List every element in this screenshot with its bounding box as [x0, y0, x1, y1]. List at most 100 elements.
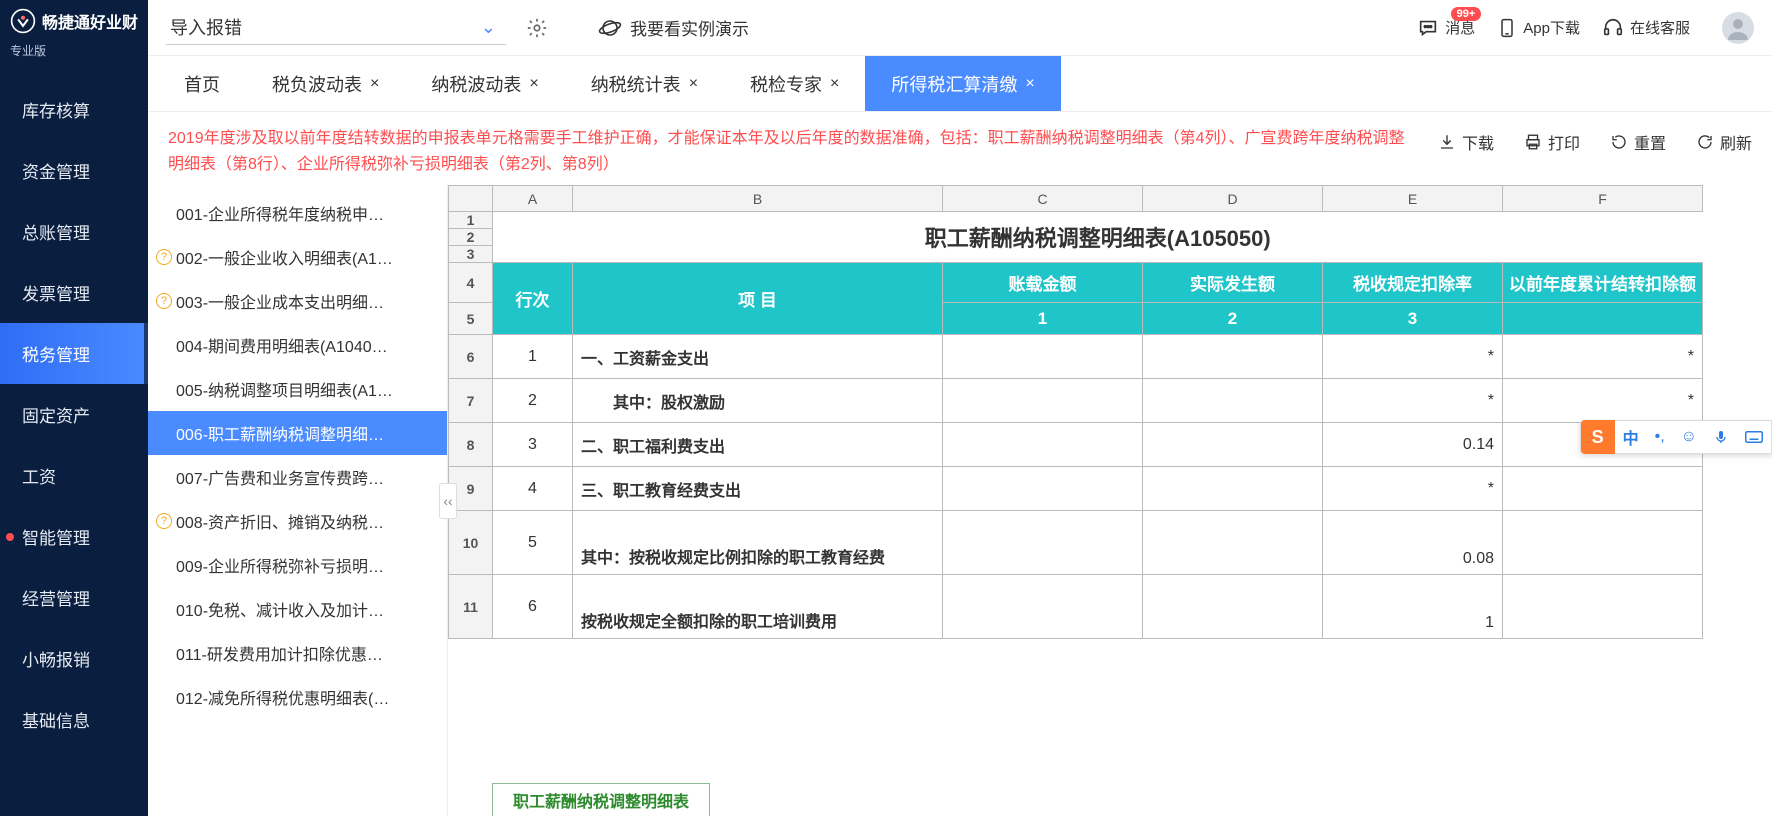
cell[interactable] — [1143, 511, 1323, 575]
cell[interactable]: 按税收规定全额扣除的职工培训费用 — [573, 575, 943, 639]
cell[interactable]: 2 — [493, 379, 573, 423]
cell[interactable] — [943, 575, 1143, 639]
col-header[interactable]: A — [493, 186, 573, 212]
ime-face-icon[interactable]: ☺ — [1673, 428, 1705, 446]
ime-logo-icon: S — [1581, 420, 1615, 454]
cell[interactable] — [1143, 423, 1323, 467]
cell[interactable]: 1 — [1323, 575, 1503, 639]
cell[interactable] — [1503, 575, 1703, 639]
cell[interactable] — [1143, 335, 1323, 379]
cell[interactable]: 0.14 — [1323, 423, 1503, 467]
nav-item-5[interactable]: 固定资产 — [0, 384, 148, 445]
close-icon[interactable]: × — [529, 75, 538, 93]
cell[interactable] — [1503, 511, 1703, 575]
col-header[interactable]: C — [943, 186, 1143, 212]
tab-0[interactable]: 首页 — [158, 56, 246, 111]
nav-item-10[interactable]: 基础信息 — [0, 689, 148, 750]
form-item-8[interactable]: 009-企业所得税弥补亏损明… — [148, 543, 447, 587]
cell[interactable] — [943, 467, 1143, 511]
demo-link[interactable]: 我要看实例演示 — [598, 15, 749, 40]
cell[interactable]: * — [1503, 335, 1703, 379]
nav-item-8[interactable]: 经营管理 — [0, 567, 148, 628]
close-icon[interactable]: × — [370, 75, 379, 93]
form-item-11[interactable]: 012-减免所得税优惠明细表(… — [148, 675, 447, 719]
cell[interactable] — [943, 379, 1143, 423]
cell[interactable] — [943, 423, 1143, 467]
form-item-2[interactable]: 003-一般企业成本支出明细…? — [148, 279, 447, 323]
col-header[interactable]: F — [1503, 186, 1703, 212]
nav-item-7[interactable]: 智能管理 — [0, 506, 148, 567]
cell[interactable]: 1 — [493, 335, 573, 379]
close-icon[interactable]: × — [689, 75, 698, 93]
nav-item-1[interactable]: 资金管理 — [0, 140, 148, 201]
nav-item-2[interactable]: 总账管理 — [0, 201, 148, 262]
close-icon[interactable]: × — [1025, 75, 1034, 93]
form-item-5[interactable]: 006-职工薪酬纳税调整明细… — [148, 411, 447, 455]
nav-item-9[interactable]: 小畅报销 — [0, 628, 148, 689]
form-item-1[interactable]: 002-一般企业收入明细表(A1…? — [148, 235, 447, 279]
tab-1[interactable]: 税负波动表× — [246, 56, 405, 111]
nav-item-4[interactable]: 税务管理 — [0, 323, 148, 384]
form-item-9[interactable]: 010-免税、减计收入及加计… — [148, 587, 447, 631]
cell[interactable]: 三、职工教育经费支出 — [573, 467, 943, 511]
cell[interactable]: 0.08 — [1323, 511, 1503, 575]
cell[interactable]: * — [1503, 379, 1703, 423]
tab-4[interactable]: 税检专家× — [724, 56, 865, 111]
sheet-bottom-tab[interactable]: 职工薪酬纳税调整明细表 — [492, 783, 710, 816]
chevron-down-icon[interactable]: ⌄ — [475, 17, 502, 38]
refresh-button[interactable]: 刷新 — [1696, 130, 1752, 154]
ime-toolbar[interactable]: S 中 •, ☺ — [1580, 420, 1772, 454]
cell[interactable] — [943, 511, 1143, 575]
search-input[interactable] — [170, 17, 467, 38]
tab-bar: 首页税负波动表×纳税波动表×纳税统计表×税检专家×所得税汇算清缴× — [148, 56, 1772, 112]
cell[interactable]: * — [1323, 335, 1503, 379]
col-header[interactable]: E — [1323, 186, 1503, 212]
cell[interactable] — [943, 335, 1143, 379]
spreadsheet[interactable]: ABCDEF1职工薪酬纳税调整明细表(A105050)234行次项 目账载金额实… — [448, 185, 1772, 816]
cell[interactable]: 3 — [493, 423, 573, 467]
form-item-7[interactable]: 008-资产折旧、摊销及纳税…? — [148, 499, 447, 543]
cell[interactable]: * — [1323, 467, 1503, 511]
form-item-6[interactable]: 007-广告费和业务宣传费跨… — [148, 455, 447, 499]
cell[interactable] — [1143, 467, 1323, 511]
form-item-3[interactable]: 004-期间费用明细表(A1040… — [148, 323, 447, 367]
cell[interactable] — [1143, 575, 1323, 639]
col-header[interactable]: B — [573, 186, 943, 212]
reset-button[interactable]: 重置 — [1610, 130, 1666, 154]
cell[interactable]: * — [1323, 379, 1503, 423]
close-icon[interactable]: × — [830, 75, 839, 93]
avatar[interactable] — [1722, 12, 1754, 44]
collapse-handle[interactable]: ‹‹ — [439, 483, 457, 519]
cell[interactable] — [1143, 379, 1323, 423]
cell[interactable]: 二、职工福利费支出 — [573, 423, 943, 467]
cell[interactable] — [1503, 467, 1703, 511]
cell[interactable]: 6 — [493, 575, 573, 639]
tab-2[interactable]: 纳税波动表× — [405, 56, 564, 111]
ime-punct-icon[interactable]: •, — [1647, 428, 1673, 446]
download-button[interactable]: 下载 — [1438, 130, 1494, 154]
cell[interactable]: 5 — [493, 511, 573, 575]
support-button[interactable]: 在线客服 — [1602, 17, 1690, 39]
gear-icon[interactable] — [526, 17, 548, 39]
cell[interactable]: 其中：按税收规定比例扣除的职工教育经费 — [573, 511, 943, 575]
tab-5[interactable]: 所得税汇算清缴× — [865, 56, 1060, 111]
messages-button[interactable]: 消息 99+ — [1417, 17, 1475, 39]
form-item-4[interactable]: 005-纳税调整项目明细表(A1… — [148, 367, 447, 411]
left-sidebar: 畅捷通好业财 专业版 库存核算资金管理总账管理发票管理税务管理固定资产工资智能管… — [0, 0, 148, 816]
search-box[interactable]: ⌄ — [166, 11, 506, 45]
cell[interactable]: 其中：股权激励 — [573, 379, 943, 423]
form-item-10[interactable]: 011-研发费用加计扣除优惠… — [148, 631, 447, 675]
tab-3[interactable]: 纳税统计表× — [565, 56, 724, 111]
form-item-0[interactable]: 001-企业所得税年度纳税申… — [148, 191, 447, 235]
nav-item-6[interactable]: 工资 — [0, 445, 148, 506]
ime-lang[interactable]: 中 — [1615, 425, 1647, 449]
print-button[interactable]: 打印 — [1524, 130, 1580, 154]
cell[interactable]: 4 — [493, 467, 573, 511]
app-download-button[interactable]: App下载 — [1497, 17, 1580, 39]
nav-item-3[interactable]: 发票管理 — [0, 262, 148, 323]
ime-keyboard-icon[interactable] — [1737, 430, 1771, 444]
cell[interactable]: 一、工资薪金支出 — [573, 335, 943, 379]
col-header[interactable]: D — [1143, 186, 1323, 212]
ime-mic-icon[interactable] — [1705, 428, 1737, 446]
nav-item-0[interactable]: 库存核算 — [0, 79, 148, 140]
